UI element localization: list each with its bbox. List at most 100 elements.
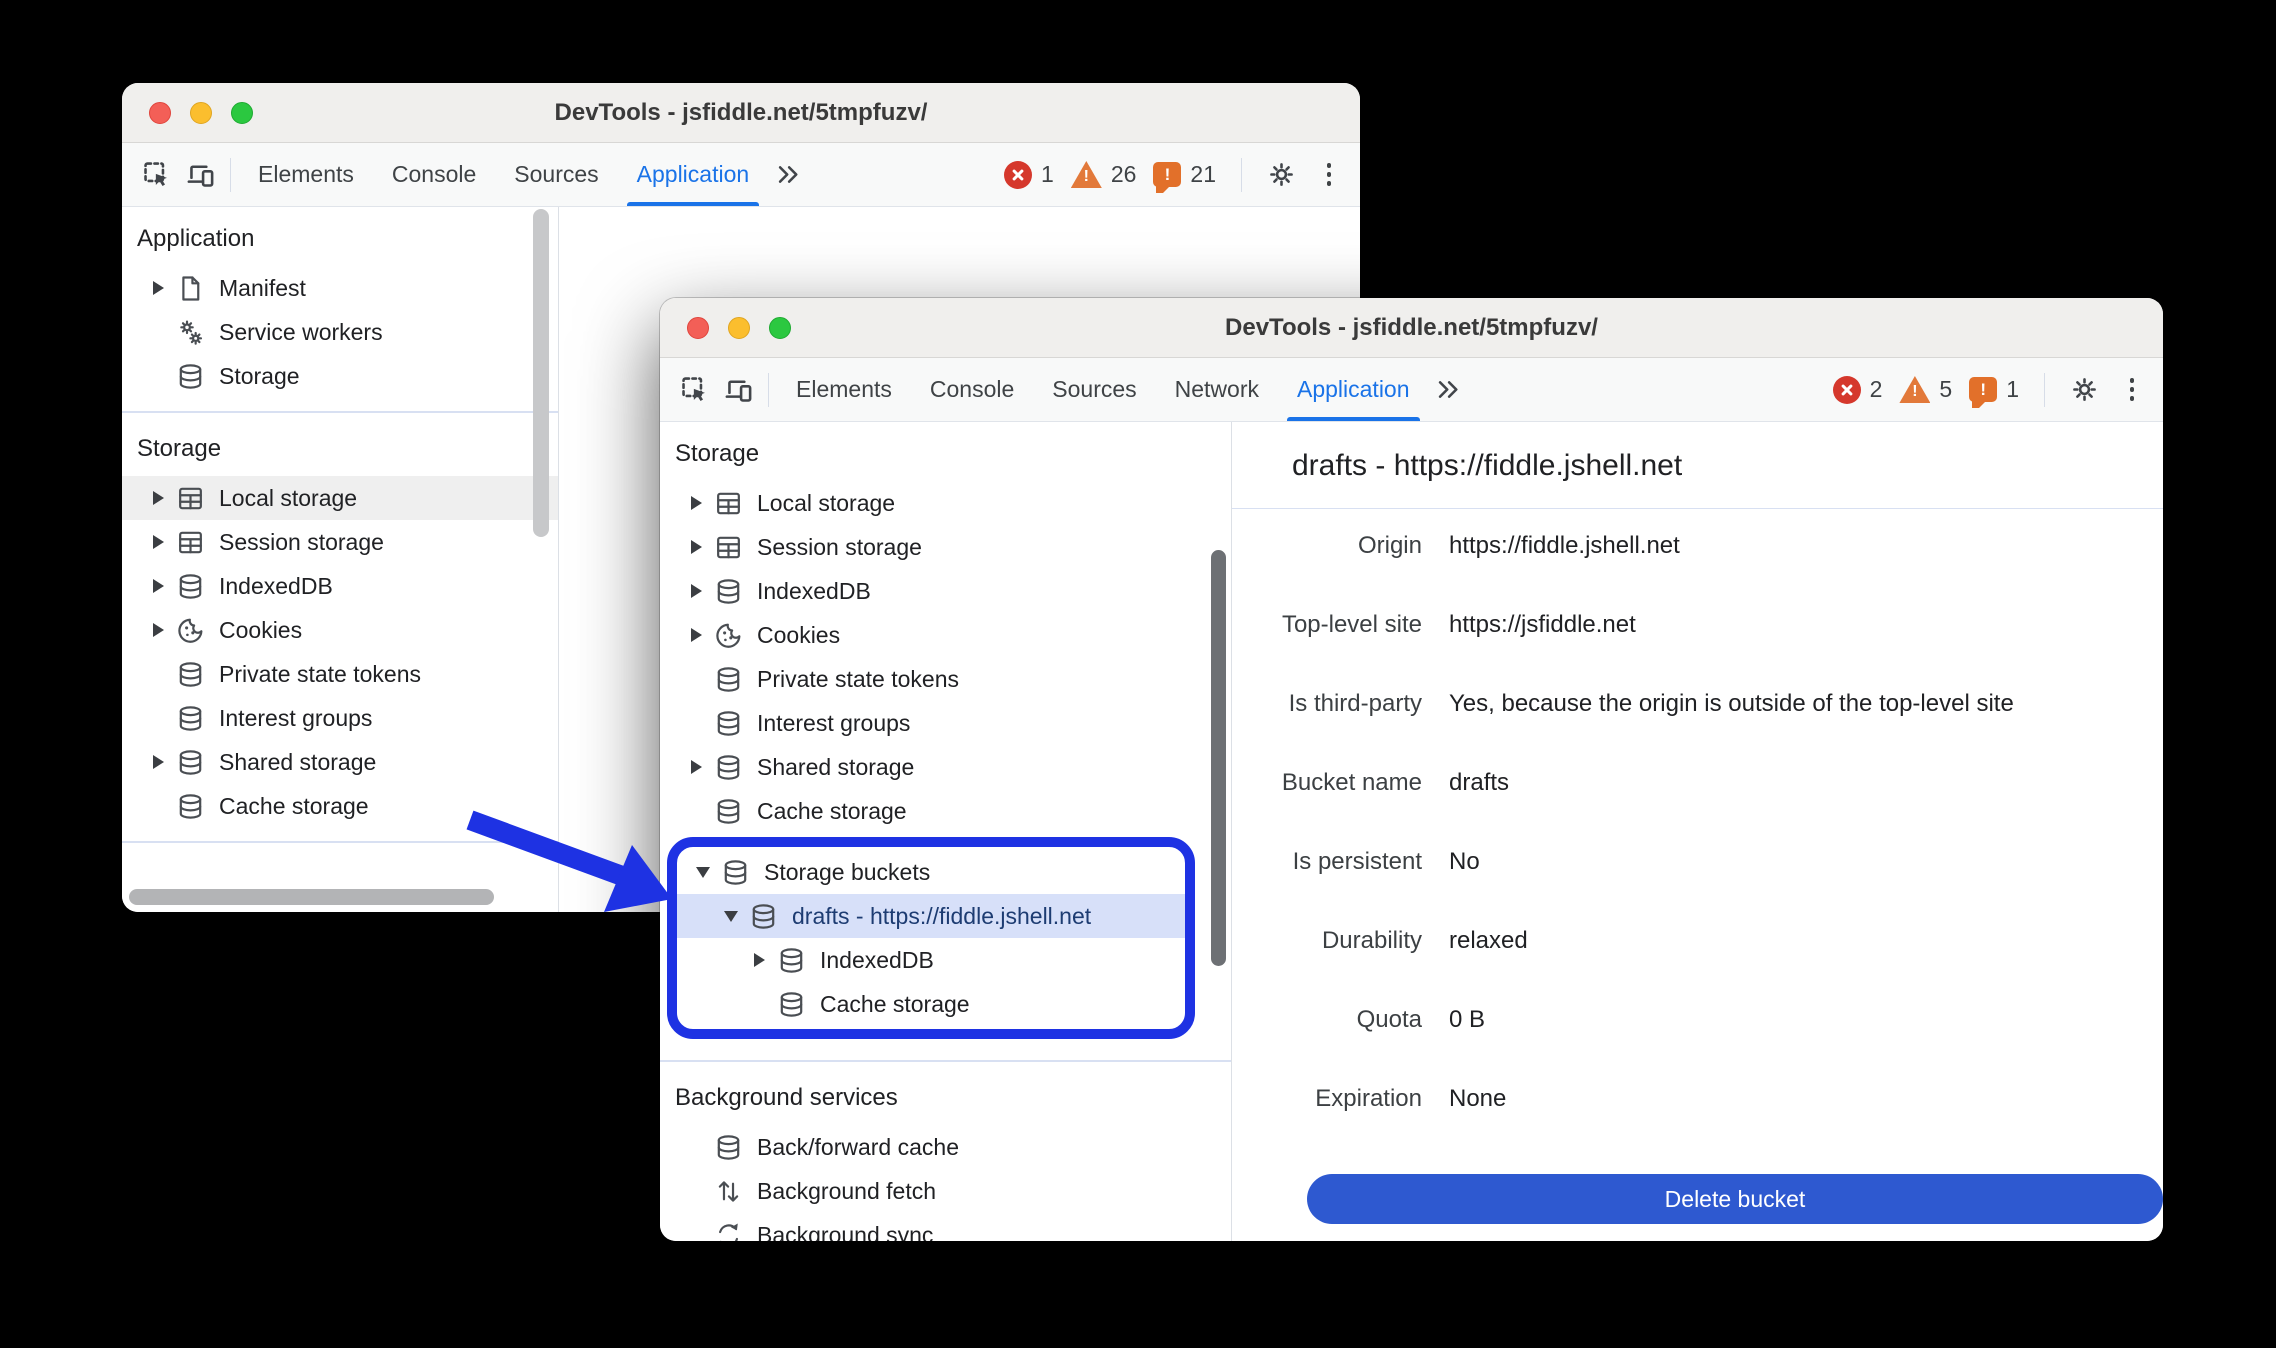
minimize-button[interactable] xyxy=(728,316,750,339)
error-count-badge[interactable]: 1 xyxy=(1004,160,1054,189)
sidebar-vertical-scrollbar[interactable] xyxy=(1211,550,1226,966)
tab-network[interactable]: Network xyxy=(1156,358,1278,421)
expand-arrow-icon[interactable] xyxy=(684,496,708,510)
tree-item-interest-groups[interactable]: Interest groups xyxy=(122,696,558,740)
tree-item-drafts-https-fiddle-jshell-net[interactable]: drafts - https://fiddle.jshell.net xyxy=(677,894,1185,938)
detail-row-origin: Origin https://fiddle.jshell.net xyxy=(1260,531,2133,610)
issues-count-badge[interactable]: 1 xyxy=(1969,376,2019,408)
tab-console[interactable]: Console xyxy=(373,143,495,206)
tree-item-background-fetch[interactable]: Background fetch xyxy=(660,1169,1231,1213)
database-icon xyxy=(175,571,206,602)
tree-item-background-sync[interactable]: Background sync xyxy=(660,1213,1231,1241)
tab-elements[interactable]: Elements xyxy=(239,143,373,206)
database-icon xyxy=(175,659,206,690)
more-tabs-icon[interactable] xyxy=(1429,358,1469,421)
tree-item-storage-buckets[interactable]: Storage buckets xyxy=(677,850,1185,894)
tree-item-local-storage[interactable]: Local storage xyxy=(122,476,558,520)
warning-count-badge[interactable]: 5 xyxy=(1899,376,1952,403)
tree-item-back-forward-cache[interactable]: Back/forward cache xyxy=(660,1125,1231,1169)
tree-item-session-storage[interactable]: Session storage xyxy=(660,525,1231,569)
tree-item-indexeddb[interactable]: IndexedDB xyxy=(122,564,558,608)
detail-label: Expiration xyxy=(1315,1085,1422,1112)
tree-item-label: Private state tokens xyxy=(757,665,959,692)
tab-sources[interactable]: Sources xyxy=(1033,358,1155,421)
tree-item-indexeddb[interactable]: IndexedDB xyxy=(660,569,1231,613)
tree-item-cache-storage[interactable]: Cache storage xyxy=(122,784,558,828)
tree-item-cookies[interactable]: Cookies xyxy=(660,613,1231,657)
expand-arrow-icon[interactable] xyxy=(146,535,170,549)
expand-arrow-icon[interactable] xyxy=(684,628,708,642)
inspect-element-icon[interactable] xyxy=(672,358,716,421)
tab-elements[interactable]: Elements xyxy=(777,358,911,421)
tree-item-session-storage[interactable]: Session storage xyxy=(122,520,558,564)
collapse-arrow-icon[interactable] xyxy=(719,911,743,922)
detail-value: Yes, because the origin is outside of th… xyxy=(1449,690,2014,717)
settings-gear-icon[interactable] xyxy=(1259,159,1303,190)
settings-gear-icon[interactable] xyxy=(2062,374,2106,405)
expand-arrow-icon[interactable] xyxy=(684,760,708,774)
fullscreen-button[interactable] xyxy=(769,316,791,339)
devtools-toolbar: Elements Console Sources Network Application… xyxy=(660,358,2163,422)
expand-arrow-icon[interactable] xyxy=(146,755,170,769)
tree-item-storage[interactable]: Storage xyxy=(122,354,558,398)
close-button[interactable] xyxy=(149,101,171,124)
detail-row-durability: Durability relaxed xyxy=(1260,926,2133,1005)
titlebar[interactable]: DevTools - jsfiddle.net/5tmpfuzv/ xyxy=(122,83,1360,143)
more-tabs-icon[interactable] xyxy=(768,143,808,206)
tree-item-local-storage[interactable]: Local storage xyxy=(660,481,1231,525)
inspect-element-icon[interactable] xyxy=(134,143,178,206)
sidebar-horizontal-scrollbar[interactable] xyxy=(129,889,494,905)
expand-arrow-icon[interactable] xyxy=(146,623,170,637)
expand-arrow-icon[interactable] xyxy=(747,953,771,967)
tree-item-manifest[interactable]: Manifest xyxy=(122,266,558,310)
table-icon xyxy=(713,532,744,563)
tab-application[interactable]: Application xyxy=(618,143,769,206)
service-workers-icon xyxy=(175,317,206,348)
titlebar[interactable]: DevTools - jsfiddle.net/5tmpfuzv/ xyxy=(660,298,2163,358)
tab-application[interactable]: Application xyxy=(1278,358,1429,421)
tree-item-cache-storage[interactable]: Cache storage xyxy=(660,789,1231,833)
expand-arrow-icon[interactable] xyxy=(146,491,170,505)
fullscreen-button[interactable] xyxy=(231,101,253,124)
delete-bucket-button[interactable]: Delete bucket xyxy=(1307,1174,2163,1224)
expand-arrow-icon[interactable] xyxy=(146,281,170,295)
cookie-icon xyxy=(175,615,206,646)
expand-arrow-icon[interactable] xyxy=(684,540,708,554)
tree-item-shared-storage[interactable]: Shared storage xyxy=(122,740,558,784)
device-toolbar-icon[interactable] xyxy=(178,143,222,206)
bucket-details-panel: drafts - https://fiddle.jshell.net Origi… xyxy=(1232,422,2163,1241)
tree-item-shared-storage[interactable]: Shared storage xyxy=(660,745,1231,789)
table-icon xyxy=(175,527,206,558)
tab-sources[interactable]: Sources xyxy=(495,143,617,206)
tree-item-private-state-tokens[interactable]: Private state tokens xyxy=(660,657,1231,701)
detail-value: https://jsfiddle.net xyxy=(1449,611,1636,638)
error-count-badge[interactable]: 2 xyxy=(1832,375,1882,404)
tree-item-service-workers[interactable]: Service workers xyxy=(122,310,558,354)
expand-arrow-icon[interactable] xyxy=(684,584,708,598)
devtools-window-front: DevTools - jsfiddle.net/5tmpfuzv/ Elemen… xyxy=(660,298,2163,1241)
tree-item-label: drafts - https://fiddle.jshell.net xyxy=(792,902,1092,929)
tree-item-cache-storage[interactable]: Cache storage xyxy=(677,982,1185,1026)
tab-console[interactable]: Console xyxy=(911,358,1033,421)
kebab-menu-icon[interactable] xyxy=(2115,378,2149,401)
tree-item-interest-groups[interactable]: Interest groups xyxy=(660,701,1231,745)
tree-item-label: Private state tokens xyxy=(219,660,421,687)
tree-item-private-state-tokens[interactable]: Private state tokens xyxy=(122,652,558,696)
issues-icon xyxy=(1969,377,1998,408)
collapse-arrow-icon[interactable] xyxy=(691,867,715,878)
issues-icon xyxy=(1153,162,1182,193)
warning-count-badge[interactable]: 26 xyxy=(1070,161,1136,188)
kebab-menu-icon[interactable] xyxy=(1312,163,1346,186)
tree-item-cookies[interactable]: Cookies xyxy=(122,608,558,652)
sidebar-section-application: Application Manifest Service workers Storag… xyxy=(122,207,558,413)
detail-value: relaxed xyxy=(1449,927,1528,954)
minimize-button[interactable] xyxy=(190,101,212,124)
tree-item-indexeddb[interactable]: IndexedDB xyxy=(677,938,1185,982)
sidebar-vertical-scrollbar[interactable] xyxy=(533,209,549,537)
issues-count-badge[interactable]: 21 xyxy=(1153,161,1216,193)
close-button[interactable] xyxy=(687,316,709,339)
detail-row-bucket-name: Bucket name drafts xyxy=(1260,768,2133,847)
tree-item-label: Local storage xyxy=(219,484,358,511)
device-toolbar-icon[interactable] xyxy=(716,358,760,421)
expand-arrow-icon[interactable] xyxy=(146,579,170,593)
